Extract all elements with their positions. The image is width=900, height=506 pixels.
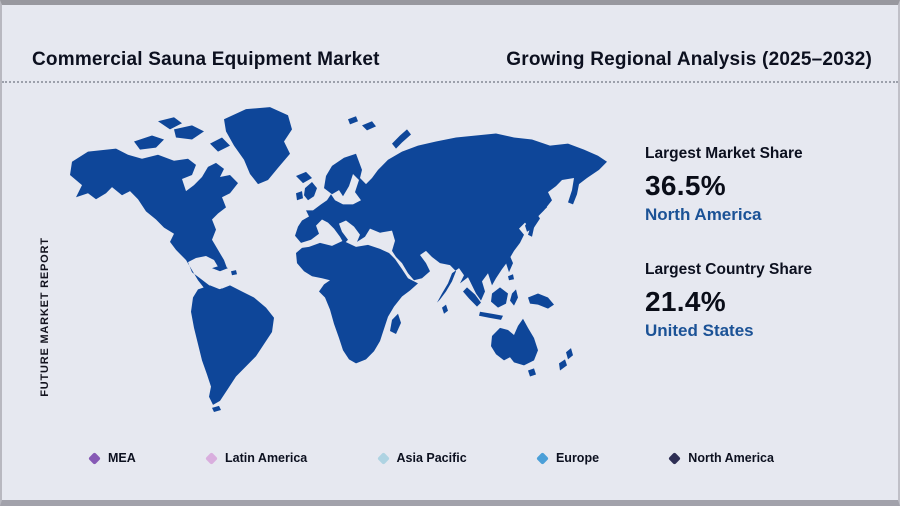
sri-lanka: [442, 304, 448, 314]
new-zealand: [559, 348, 573, 371]
continent-south-america: [191, 285, 274, 412]
svalbard-novaya-zemlya: [348, 116, 411, 149]
legend-dot-asia-pacific: [376, 451, 390, 465]
header: Commercial Sauna Equipment Market Growin…: [2, 5, 898, 83]
stat-region: North America: [645, 205, 762, 224]
arctic-islands: [134, 117, 230, 152]
stat-value: 21.4%: [645, 286, 726, 317]
uk-ireland: [296, 182, 317, 201]
stat-largest-market-share: Largest Market Share 36.5% North America: [645, 145, 890, 225]
legend-item-mea: MEA: [88, 451, 136, 465]
legend-label: MEA: [108, 451, 136, 465]
page-title-left: Commercial Sauna Equipment Market: [32, 49, 380, 70]
greenland: [224, 107, 292, 185]
legend-dot-europe: [536, 451, 549, 465]
continent-north-america: [70, 148, 238, 301]
infographic-frame: Commercial Sauna Equipment Market Growin…: [0, 0, 900, 506]
stats-panel: Largest Market Share 36.5% North America…: [645, 145, 890, 377]
legend-dot-north-america: [668, 451, 682, 465]
brand-watermark: FUTURE MARKET REPORT: [39, 237, 51, 397]
legend-item-north-america: North America: [668, 451, 774, 465]
legend: MEA Latin America Asia Pacific Europe No…: [88, 451, 774, 465]
legend-label: Europe: [555, 451, 600, 465]
legend-dot-latin-america: [205, 451, 218, 465]
page-title-right: Growing Regional Analysis (2025–2032): [506, 49, 872, 70]
world-map: [62, 99, 622, 413]
stat-region: United States: [645, 321, 754, 340]
iceland: [296, 171, 312, 184]
legend-label: Asia Pacific: [396, 451, 467, 465]
legend-item-latin-america: Latin America: [205, 451, 308, 465]
stat-largest-country-share: Largest Country Share 21.4% United State…: [645, 261, 890, 341]
legend-label: Latin America: [225, 451, 308, 465]
world-map-svg: [70, 107, 607, 412]
stat-label: Largest Market Share: [645, 145, 803, 162]
madagascar: [390, 313, 401, 334]
legend-label: North America: [688, 451, 774, 465]
caribbean-islands: [212, 265, 237, 276]
legend-item-europe: Europe: [536, 451, 600, 465]
stat-value: 36.5%: [645, 170, 726, 201]
australia-tasmania: [491, 318, 538, 377]
legend-dot-mea: [88, 451, 101, 465]
legend-item-asia-pacific: Asia Pacific: [376, 451, 467, 465]
stat-label: Largest Country Share: [645, 261, 813, 278]
